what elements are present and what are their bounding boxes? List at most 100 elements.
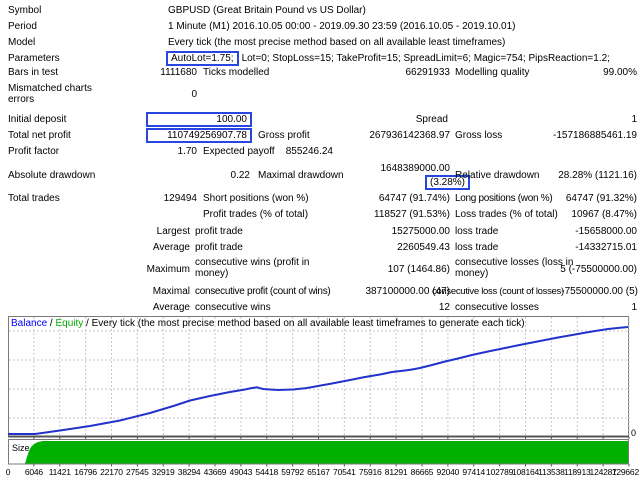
- row-period: Period 1 Minute (M1) 2016.10.05 00:00 - …: [0, 21, 640, 35]
- x-tick-label: 81291: [384, 467, 408, 477]
- total-trades-label: Total trades: [8, 193, 60, 204]
- profit-factor-label: Profit factor: [8, 146, 60, 157]
- largest-loss-trade-value: -15658000.00: [575, 226, 637, 237]
- gross-loss-label: Gross loss: [455, 130, 503, 141]
- x-tick-label: 65167: [307, 467, 330, 477]
- x-tick-label: 86665: [410, 467, 434, 477]
- largest-loss-trade-label: loss trade: [455, 226, 499, 237]
- maximal-consecutive-loss-value: -75500000.00 (5): [561, 286, 638, 297]
- initial-deposit-highlight-box: 100.00: [146, 112, 252, 127]
- maximal-head: Maximal: [152, 286, 190, 297]
- row-profit-trades: Profit trades (% of total) 118527 (91.53…: [0, 209, 640, 223]
- profit-factor-value: 1.70: [177, 146, 197, 157]
- absolute-drawdown-label: Absolute drawdown: [8, 170, 96, 181]
- net-profit-label: Total net profit: [8, 130, 71, 141]
- modelling-quality-value: 99.00%: [603, 67, 637, 78]
- short-positions-value: 64747 (91.74%): [378, 193, 450, 204]
- x-tick-label: 118913: [563, 467, 591, 477]
- x-tick-label: 92040: [436, 467, 460, 477]
- x-tick-label: 97414: [462, 467, 486, 477]
- x-tick-label: 102789: [486, 467, 514, 477]
- avg-consecutive-head: Average: [152, 302, 190, 313]
- parameters-highlight-box: AutoLot=1.75;: [166, 51, 239, 66]
- largest-profit-trade-value: 15275000.00: [391, 226, 450, 237]
- model-value: Every tick (the most precise method base…: [168, 37, 506, 48]
- row-bars-in-test: Bars in test 1111680 Ticks modelled 6629…: [0, 67, 640, 81]
- maximal-consecutive-loss-label: consecutive loss (count of losses): [432, 286, 564, 297]
- x-tick-label: 75916: [358, 467, 382, 477]
- gross-loss-value: -157186885461.19: [553, 130, 637, 141]
- average-head: Average: [152, 242, 190, 253]
- max-consecutive-wins-value: 107 (1464.86): [387, 264, 450, 275]
- average-loss-trade-label: loss trade: [455, 242, 499, 253]
- legend-equity: Equity: [55, 318, 84, 329]
- absolute-drawdown-value: 0.22: [230, 170, 250, 181]
- maximal-consecutive-profit-label: consecutive profit (count of wins): [195, 286, 331, 297]
- row-total-net-profit: Total net profit 110749256907.78 Gross p…: [0, 128, 640, 144]
- row-initial-deposit: Initial deposit 100.00 Spread 1: [0, 112, 640, 128]
- average-profit-trade-value: 2260549.43: [397, 242, 450, 253]
- x-tick-label: 16796: [74, 467, 97, 477]
- gross-profit-value: 267936142368.97: [369, 130, 450, 141]
- x-tick-label: 49043: [229, 467, 253, 477]
- period-label: Period: [8, 21, 37, 32]
- row-average-trade: Average profit trade 2260549.43 loss tra…: [0, 242, 640, 256]
- x-axis-labels: 0 6046 11421 16796 22170 27545 32919 38294 43669…: [0, 466, 640, 478]
- row-average-consecutive: Average consecutive wins 12 consecutive …: [0, 302, 640, 316]
- x-tick-label: 108164: [511, 467, 540, 477]
- x-tick-label: 22170: [100, 467, 123, 477]
- x-tick-label: 27545: [126, 467, 149, 477]
- avg-consecutive-wins-label: consecutive wins: [195, 302, 271, 313]
- row-model: Model Every tick (the most precise metho…: [0, 37, 640, 51]
- parameters-value: AutoLot=1.75; Lot=0; StopLoss=15; TakePro…: [166, 51, 610, 66]
- balance-chart: [8, 316, 630, 467]
- size-panel-label: Size: [12, 443, 30, 453]
- x-tick-label: 38294: [177, 467, 201, 477]
- ticks-modelled-label: Ticks modelled: [203, 67, 270, 78]
- mismatched-value: 0: [191, 89, 197, 100]
- size-area: [25, 441, 628, 464]
- average-loss-trade-value: -14332715.01: [575, 242, 637, 253]
- long-positions-value: 64747 (91.32%): [565, 193, 637, 204]
- period-value: 1 Minute (M1) 2016.10.05 00:00 - 2019.09…: [168, 21, 516, 32]
- largest-profit-trade-label: profit trade: [195, 226, 243, 237]
- profit-trades-value: 118527 (91.53%): [374, 209, 450, 220]
- spread-label: Spread: [415, 114, 448, 125]
- strategy-tester-report: Symbol GBPUSD (Great Britain Pound vs US…: [0, 0, 640, 480]
- symbol-label: Symbol: [8, 5, 42, 16]
- loss-trades-value: 10967 (8.47%): [571, 209, 637, 220]
- y-axis-zero-label: 0: [631, 428, 637, 438]
- profit-trades-label: Profit trades (% of total): [203, 209, 309, 220]
- bars-label: Bars in test: [8, 67, 59, 78]
- legend-description: Every tick (the most precise method base…: [91, 318, 525, 329]
- x-tick-label: 6046: [24, 467, 43, 477]
- largest-head: Largest: [156, 226, 190, 237]
- row-largest: Largest profit trade 15275000.00 loss tr…: [0, 226, 640, 240]
- legend-balance: Balance: [11, 318, 48, 329]
- spread-value: 1: [631, 114, 637, 125]
- x-tick-label: 54418: [255, 467, 279, 477]
- relative-drawdown-value: 28.28% (1121.16): [558, 170, 637, 181]
- x-tick-label: 70541: [333, 467, 356, 477]
- x-tick-label: 32919: [151, 467, 175, 477]
- avg-consecutive-losses-value: 1: [631, 302, 637, 313]
- avg-consecutive-wins-value: 12: [438, 302, 450, 313]
- maximum-head: Maximum: [146, 264, 190, 275]
- row-total-trades: Total trades 129494 Short positions (won…: [0, 193, 640, 207]
- row-maximal: Maximal consecutive profit (count of win…: [0, 286, 640, 300]
- model-label: Model: [8, 37, 36, 48]
- average-profit-trade-label: profit trade: [195, 242, 243, 253]
- row-mismatched: Mismatched charts errors 0: [0, 83, 640, 107]
- initial-deposit-label: Initial deposit: [8, 114, 67, 125]
- gross-profit-label: Gross profit: [258, 130, 310, 141]
- parameters-rest: Lot=0; StopLoss=15; TakeProfit=15; Sprea…: [241, 53, 610, 64]
- short-positions-label: Short positions (won %): [203, 193, 309, 204]
- max-consecutive-wins-label: consecutive wins (profit in money): [195, 257, 310, 279]
- row-drawdown: Absolute drawdown 0.22 Maximal drawdown …: [0, 163, 640, 190]
- net-profit-highlight-box: 110749256907.78: [146, 128, 252, 143]
- expected-payoff-value: 855246.24: [285, 146, 333, 157]
- max-consecutive-losses-value: 5 (-75500000.00): [560, 264, 637, 275]
- mismatched-label: Mismatched charts errors: [8, 83, 92, 105]
- total-trades-value: 129494: [163, 193, 197, 204]
- row-profit-factor: Profit factor 1.70 Expected payoff 85524…: [0, 146, 640, 160]
